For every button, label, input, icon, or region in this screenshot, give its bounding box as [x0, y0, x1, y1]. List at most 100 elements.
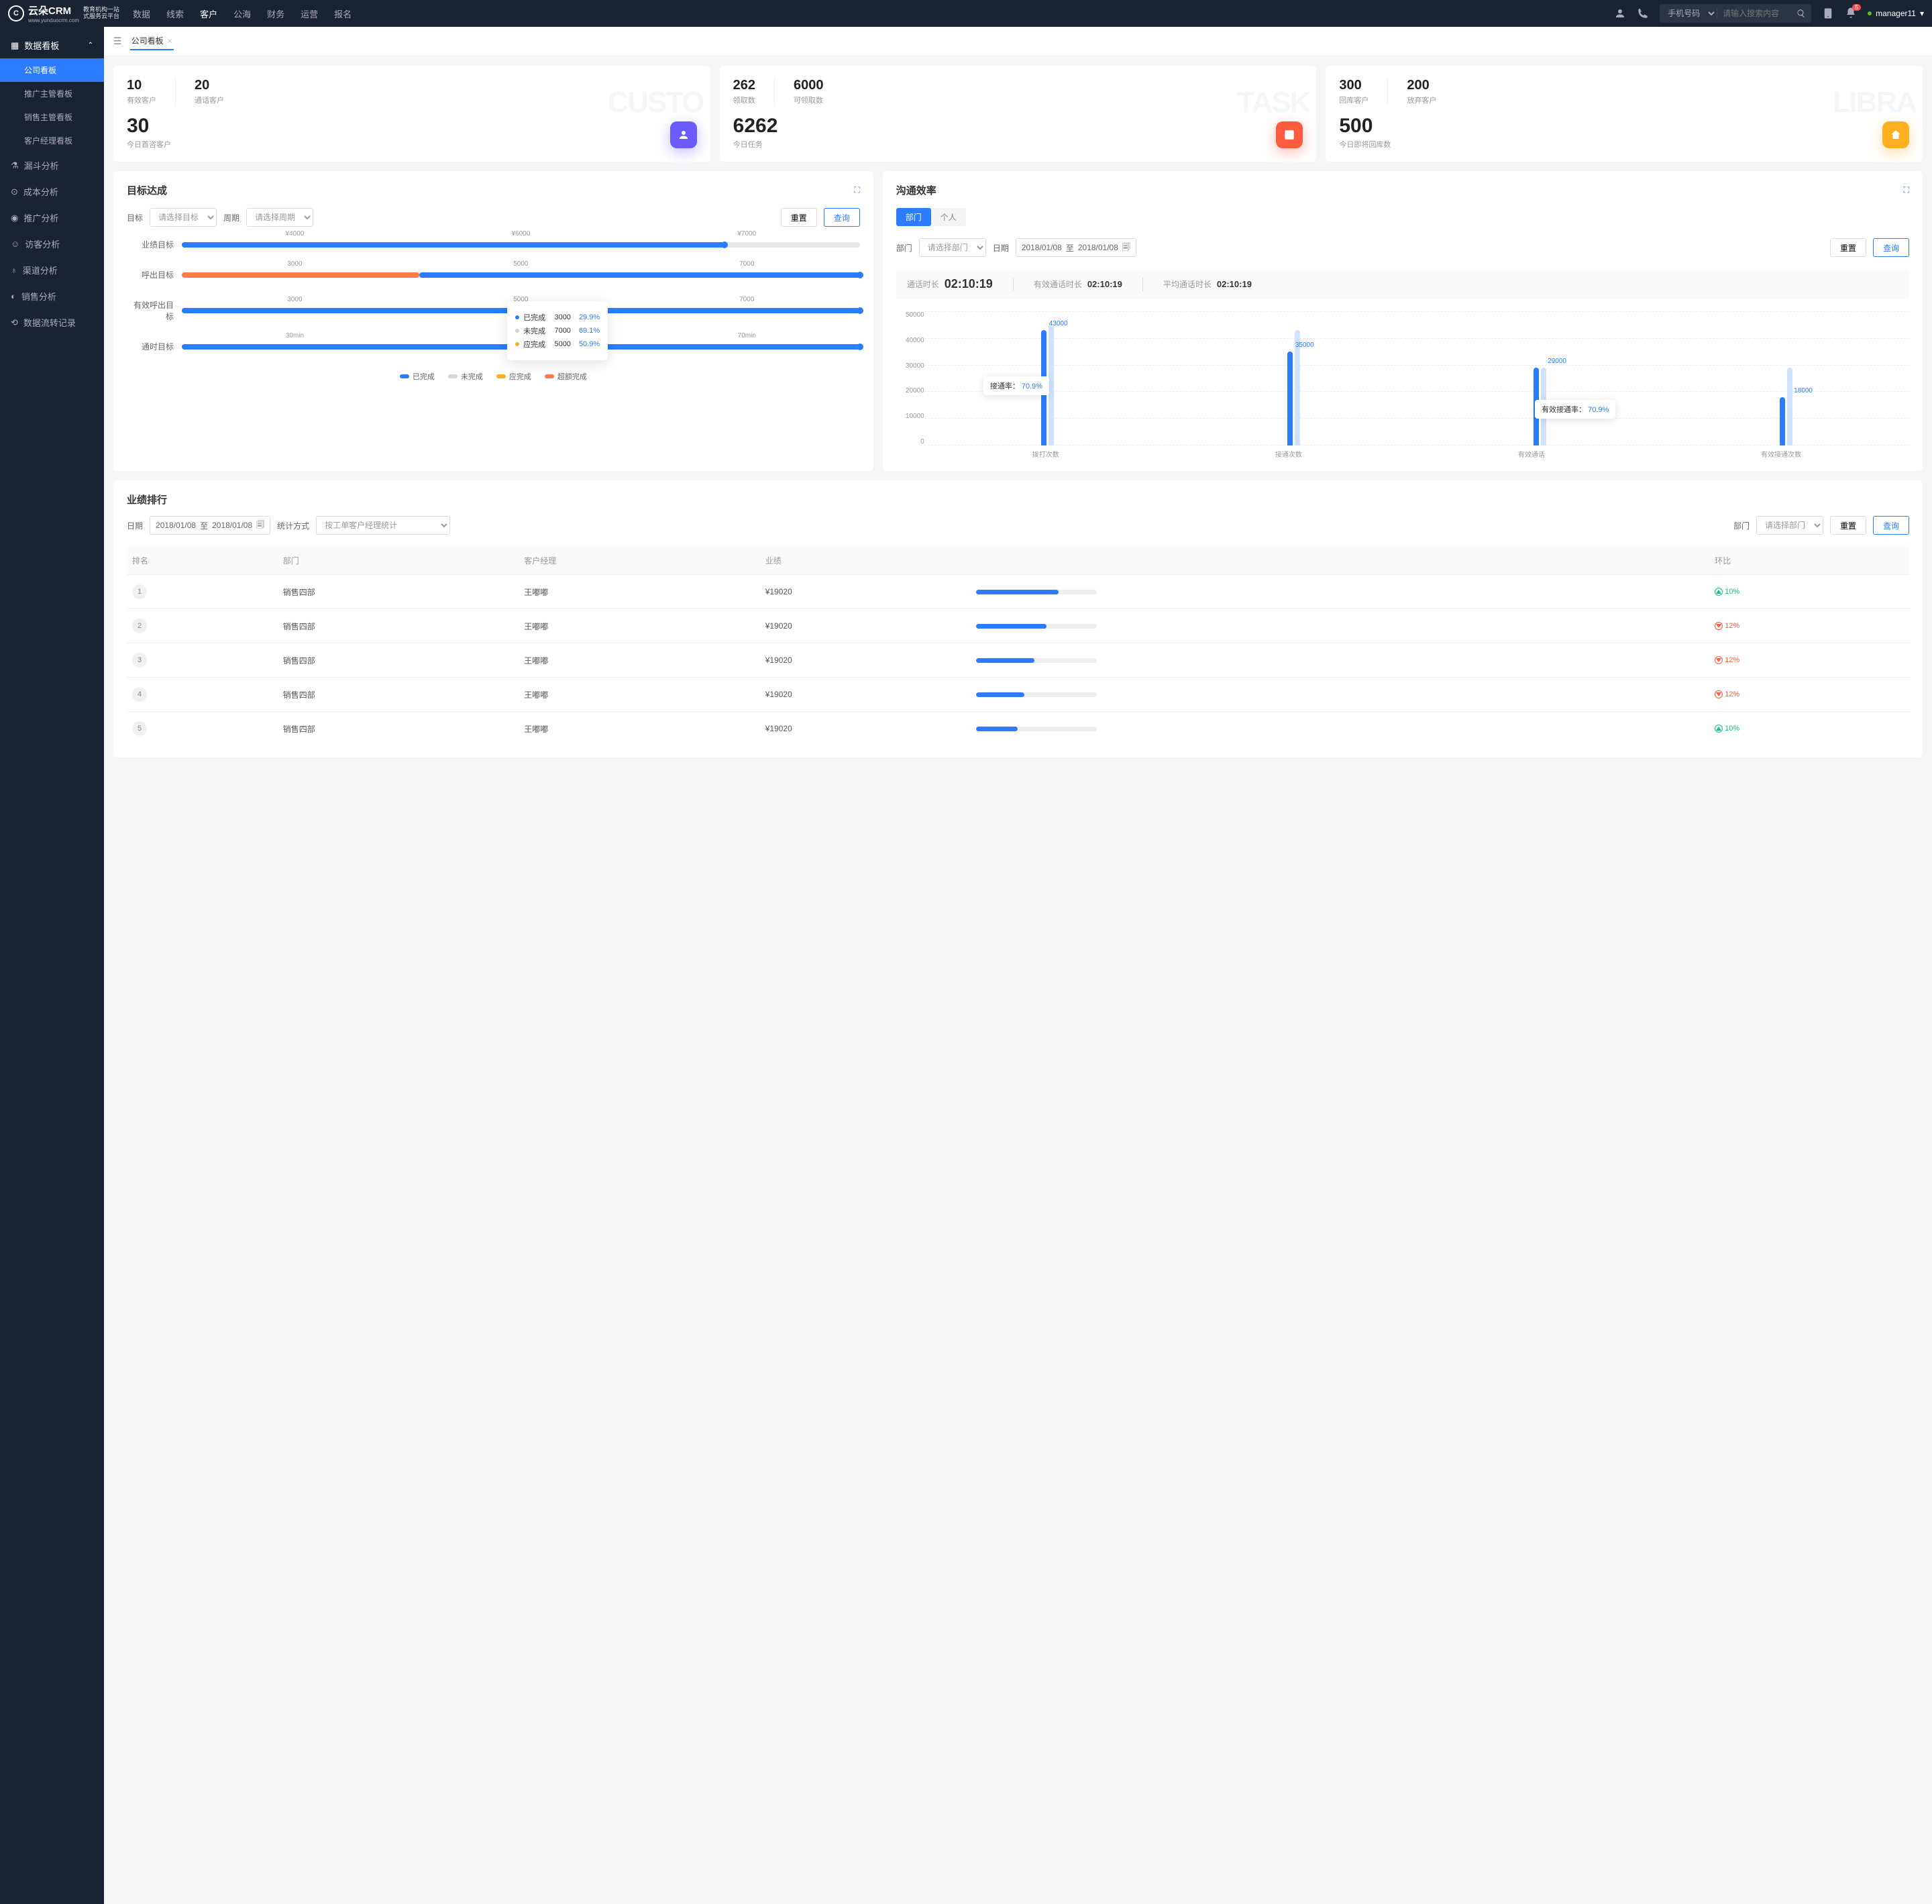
- stat-num: 200: [1407, 78, 1436, 93]
- stat-card-1: TASK262领取数6000可领取数6262今日任务: [720, 66, 1317, 162]
- top-nav: 数据 线索 客户 公海 财务 运营 报名: [133, 7, 352, 20]
- query-button[interactable]: 查询: [1873, 238, 1909, 257]
- sidebar-item-3[interactable]: ☺访客分析: [0, 231, 104, 257]
- rank-dept-select[interactable]: 请选择部门: [1756, 516, 1823, 535]
- tab-label: 公司看板: [131, 35, 164, 46]
- sidebar-item-5[interactable]: ◐销售分析: [0, 283, 104, 309]
- stat-label: 通话客户: [195, 95, 224, 105]
- sidebar-item-6[interactable]: ⟲数据流转记录: [0, 309, 104, 335]
- panel-rank-title: 业绩排行: [127, 492, 1909, 507]
- username: manager11: [1876, 9, 1916, 18]
- date-from: 2018/01/08: [1022, 243, 1062, 252]
- topnav-数据[interactable]: 数据: [133, 7, 150, 20]
- rank-number: 4: [132, 687, 147, 702]
- sidebar-item-label: 成本分析: [23, 185, 58, 198]
- tab-company-board[interactable]: 公司看板 ×: [130, 32, 174, 50]
- topnav-公海[interactable]: 公海: [233, 7, 251, 20]
- period-select[interactable]: 请选择周期: [246, 208, 313, 227]
- close-icon[interactable]: ×: [168, 36, 172, 46]
- sidebar-item-label: 访客分析: [25, 237, 60, 250]
- comm-date-label: 日期: [993, 242, 1009, 254]
- target-label: 业绩目标: [127, 239, 174, 250]
- target-label: 呼出目标: [127, 269, 174, 280]
- seg-individual[interactable]: 个人: [931, 208, 966, 226]
- sidebar-sub-3[interactable]: 客户经理看板: [0, 129, 104, 152]
- rank-table: 排名部门客户经理业绩环比 1销售四部王嘟嘟¥1902010%2销售四部王嘟嘟¥1…: [127, 547, 1909, 745]
- stat-label: 领取数: [733, 95, 755, 105]
- search-icon[interactable]: [1796, 9, 1806, 18]
- sidebar-item-label: 销售分析: [21, 290, 56, 303]
- ghost-text: CUSTO: [607, 86, 703, 119]
- sidebar-sub-2[interactable]: 销售主管看板: [0, 105, 104, 129]
- phone-icon[interactable]: [1637, 7, 1649, 19]
- status-dot: [1868, 11, 1872, 15]
- topnav-线索[interactable]: 线索: [166, 7, 184, 20]
- menu-icon[interactable]: ☰: [113, 36, 122, 47]
- change-indicator: 10%: [1715, 725, 1904, 733]
- date-sep: 至: [200, 520, 208, 531]
- seg-dept[interactable]: 部门: [896, 208, 931, 226]
- search-box: 手机号码: [1660, 4, 1811, 23]
- date-to: 2018/01/08: [1078, 243, 1118, 252]
- search-type-select[interactable]: 手机号码: [1665, 8, 1717, 19]
- perf-bar: [976, 727, 1097, 731]
- stat-num: 300: [1339, 78, 1368, 93]
- reset-button[interactable]: 重置: [1830, 516, 1866, 535]
- sidebar-sub-0[interactable]: 公司看板: [0, 58, 104, 82]
- date-to: 2018/01/08: [212, 521, 252, 530]
- logo-icon: C: [8, 5, 24, 21]
- search-input[interactable]: [1723, 9, 1796, 18]
- comm-date-range[interactable]: 2018/01/08 至 2018/01/08 🗐: [1016, 238, 1136, 257]
- rank-manager: 王嘟嘟: [519, 643, 760, 678]
- rank-perf: ¥19020: [760, 678, 971, 712]
- sidebar-section-dashboard[interactable]: ▦ 数据看板 ⌃: [0, 32, 104, 58]
- perf-bar: [976, 692, 1097, 697]
- query-button[interactable]: 查询: [824, 208, 860, 227]
- expand-icon[interactable]: ⛶: [854, 185, 859, 195]
- tip-label: 有效接通率：: [1542, 406, 1586, 414]
- segment-control: 部门 个人: [896, 208, 966, 226]
- topnav-财务[interactable]: 财务: [267, 7, 284, 20]
- topnav-报名[interactable]: 报名: [334, 7, 352, 20]
- topnav-运营[interactable]: 运营: [301, 7, 318, 20]
- change-indicator: 12%: [1715, 622, 1904, 630]
- sidebar-item-2[interactable]: ◉推广分析: [0, 205, 104, 231]
- mobile-icon[interactable]: [1822, 7, 1834, 19]
- reset-button[interactable]: 重置: [781, 208, 817, 227]
- target-row-0: 业绩目标¥4000¥6000¥7000: [127, 239, 860, 250]
- sidebar: ▦ 数据看板 ⌃ 公司看板推广主管看板销售主管看板客户经理看板 ⚗漏斗分析⊙成本…: [0, 27, 104, 1904]
- rank-method-select[interactable]: 按工单客户经理统计: [316, 516, 450, 535]
- sidebar-item-icon: ◉: [11, 213, 18, 223]
- topnav-客户[interactable]: 客户: [200, 7, 217, 20]
- expand-icon[interactable]: ⛶: [1904, 185, 1909, 195]
- panel-goal-title: 目标达成: [127, 183, 167, 197]
- sidebar-item-0[interactable]: ⚗漏斗分析: [0, 152, 104, 178]
- bell-wrap[interactable]: 5: [1845, 7, 1857, 21]
- logo: C 云朵CRM www.yunduocrm.com 教育机构一站 式服务云平台: [8, 3, 119, 23]
- sidebar-item-4[interactable]: ♁渠道分析: [0, 257, 104, 283]
- table-header: [971, 547, 1709, 575]
- bar-group-1: 35000: [1287, 330, 1300, 445]
- stat-label: 有效客户: [127, 95, 156, 105]
- perf-bar: [976, 590, 1097, 594]
- rank-date-range[interactable]: 2018/01/08 至 2018/01/08 🗐: [150, 516, 270, 535]
- table-header: 业绩: [760, 547, 971, 575]
- reset-button[interactable]: 重置: [1830, 238, 1866, 257]
- comm-chart: 50000400003000020000100000 4300035000290…: [896, 311, 1909, 459]
- person-icon[interactable]: [1614, 7, 1626, 19]
- stat-card-0: CUSTO10有效客户20通话客户30今日首咨客户: [113, 66, 710, 162]
- notif-badge: 5: [1852, 4, 1861, 11]
- change-indicator: 12%: [1715, 690, 1904, 698]
- query-button[interactable]: 查询: [1873, 516, 1909, 535]
- user-menu[interactable]: manager11 ▾: [1868, 9, 1924, 18]
- comm-stat-0: 通话时长02:10:19: [907, 277, 993, 291]
- comm-dept-label: 部门: [896, 242, 912, 254]
- goal-select[interactable]: 请选择目标: [150, 208, 217, 227]
- sidebar-sub-1[interactable]: 推广主管看板: [0, 82, 104, 105]
- sidebar-item-1[interactable]: ⊙成本分析: [0, 178, 104, 205]
- panel-comm: 沟通效率 ⛶ 部门 个人 部门 请选择部门 日期 20: [883, 171, 1923, 471]
- chevron-up-icon: ⌃: [88, 42, 93, 49]
- comm-dept-select[interactable]: 请选择部门: [919, 238, 986, 257]
- stat-num: 262: [733, 78, 755, 93]
- card-big-label: 今日首咨客户: [127, 139, 697, 150]
